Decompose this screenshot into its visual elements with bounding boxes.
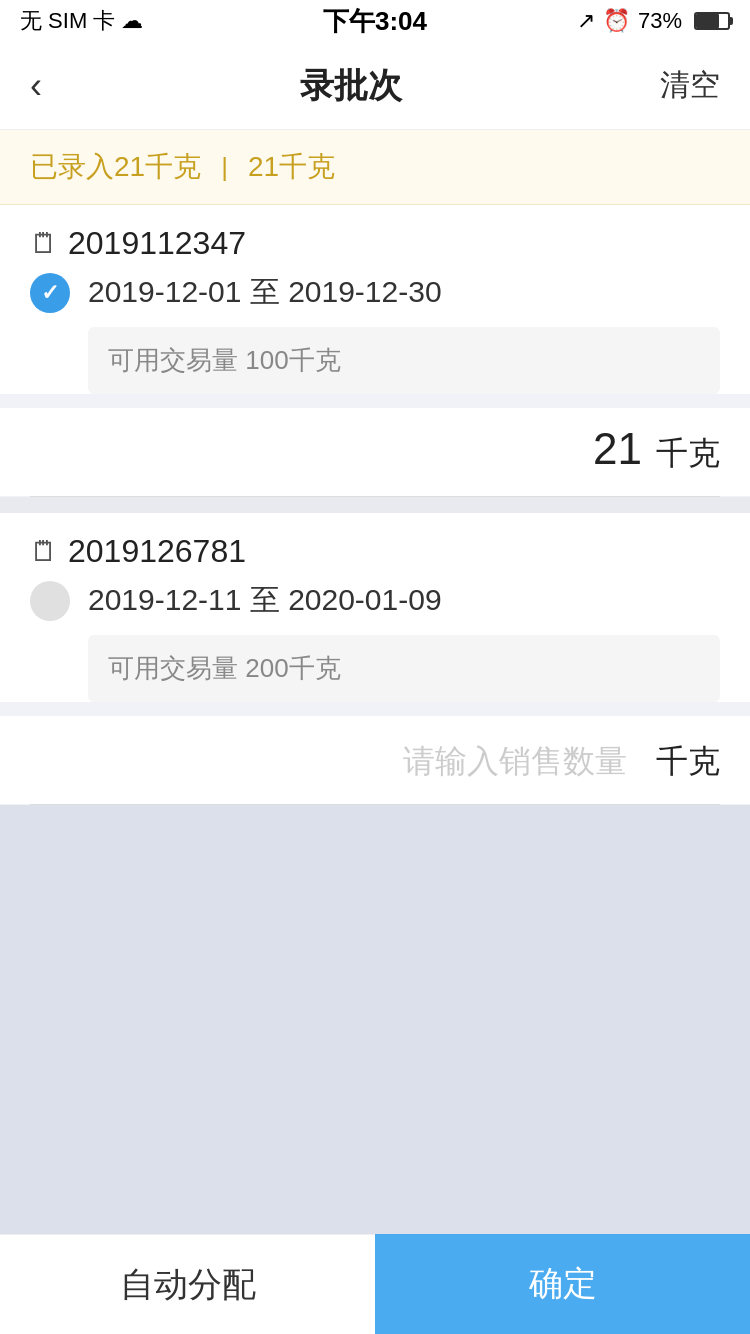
batch-2-row[interactable]: 2019-12-11 至 2020-01-09 — [30, 580, 720, 621]
batch-1-row[interactable]: ✓ 2019-12-01 至 2019-12-30 — [30, 272, 720, 313]
batch-2-input-row[interactable]: 千克 — [0, 716, 750, 804]
section-separator — [0, 497, 750, 513]
confirm-label: 确定 — [529, 1261, 597, 1307]
check-icon: ✓ — [41, 280, 59, 306]
batch-item-1: 🗒 2019112347 ✓ 2019-12-01 至 2019-12-30 可… — [0, 205, 750, 394]
battery-percent: 73% — [638, 8, 682, 34]
confirm-button[interactable]: 确定 — [375, 1234, 750, 1334]
batch-1-date: 2019-12-01 至 2019-12-30 — [88, 272, 442, 313]
back-button[interactable]: ‹ — [30, 65, 42, 107]
status-left: 无 SIM 卡 ☁ — [20, 6, 143, 36]
summary-label: 已录入21千克 — [30, 148, 201, 186]
batch-2-radio[interactable] — [30, 581, 70, 621]
batch-2-icon: 🗒 — [30, 535, 58, 568]
batch-2-date: 2019-12-11 至 2020-01-09 — [88, 580, 442, 621]
batch-2-quantity-input[interactable] — [342, 732, 642, 782]
batch-1-avail-text: 可用交易量 100千克 — [108, 345, 341, 375]
batch-2-id: 2019126781 — [68, 533, 246, 570]
batch-2-unit: 千克 — [656, 740, 720, 784]
batch-item-2: 🗒 2019126781 2019-12-11 至 2020-01-09 可用交… — [0, 513, 750, 702]
summary-divider: | — [221, 152, 228, 183]
sim-label: 无 SIM 卡 ☁ — [20, 6, 143, 36]
batch-1-id: 2019112347 — [68, 225, 246, 262]
summary-bar: 已录入21千克 | 21千克 — [0, 130, 750, 205]
page-title: 录批次 — [300, 63, 402, 109]
batch-2-avail-text: 可用交易量 200千克 — [108, 653, 341, 683]
batch-1-amount: 21 — [593, 424, 642, 474]
status-right: ↗ ⏰ 73% — [577, 8, 730, 34]
auto-distribute-button[interactable]: 自动分配 — [0, 1234, 375, 1334]
alarm-icon: ⏰ — [603, 8, 630, 34]
nav-bar: ‹ 录批次 清空 — [0, 42, 750, 130]
batch-1-radio[interactable]: ✓ — [30, 273, 70, 313]
batch-1-availability: 可用交易量 100千克 — [88, 327, 720, 394]
bottom-bar: 自动分配 确定 — [0, 1234, 750, 1334]
keyboard-area — [0, 805, 750, 1235]
auto-distribute-label: 自动分配 — [120, 1262, 256, 1308]
batch-2-availability: 可用交易量 200千克 — [88, 635, 720, 702]
status-bar: 无 SIM 卡 ☁ 下午3:04 ↗ ⏰ 73% — [0, 0, 750, 42]
summary-value: 21千克 — [248, 148, 335, 186]
status-time: 下午3:04 — [323, 4, 427, 39]
batch-1-amount-row: 21 千克 — [0, 408, 750, 496]
battery-icon — [694, 12, 730, 30]
batch-1-unit: 千克 — [656, 432, 720, 476]
batch-1-icon: 🗒 — [30, 227, 58, 260]
clear-button[interactable]: 清空 — [660, 65, 720, 106]
batch-2-header: 🗒 2019126781 — [30, 533, 720, 570]
batch-1-header: 🗒 2019112347 — [30, 225, 720, 262]
location-icon: ↗ — [577, 8, 595, 34]
